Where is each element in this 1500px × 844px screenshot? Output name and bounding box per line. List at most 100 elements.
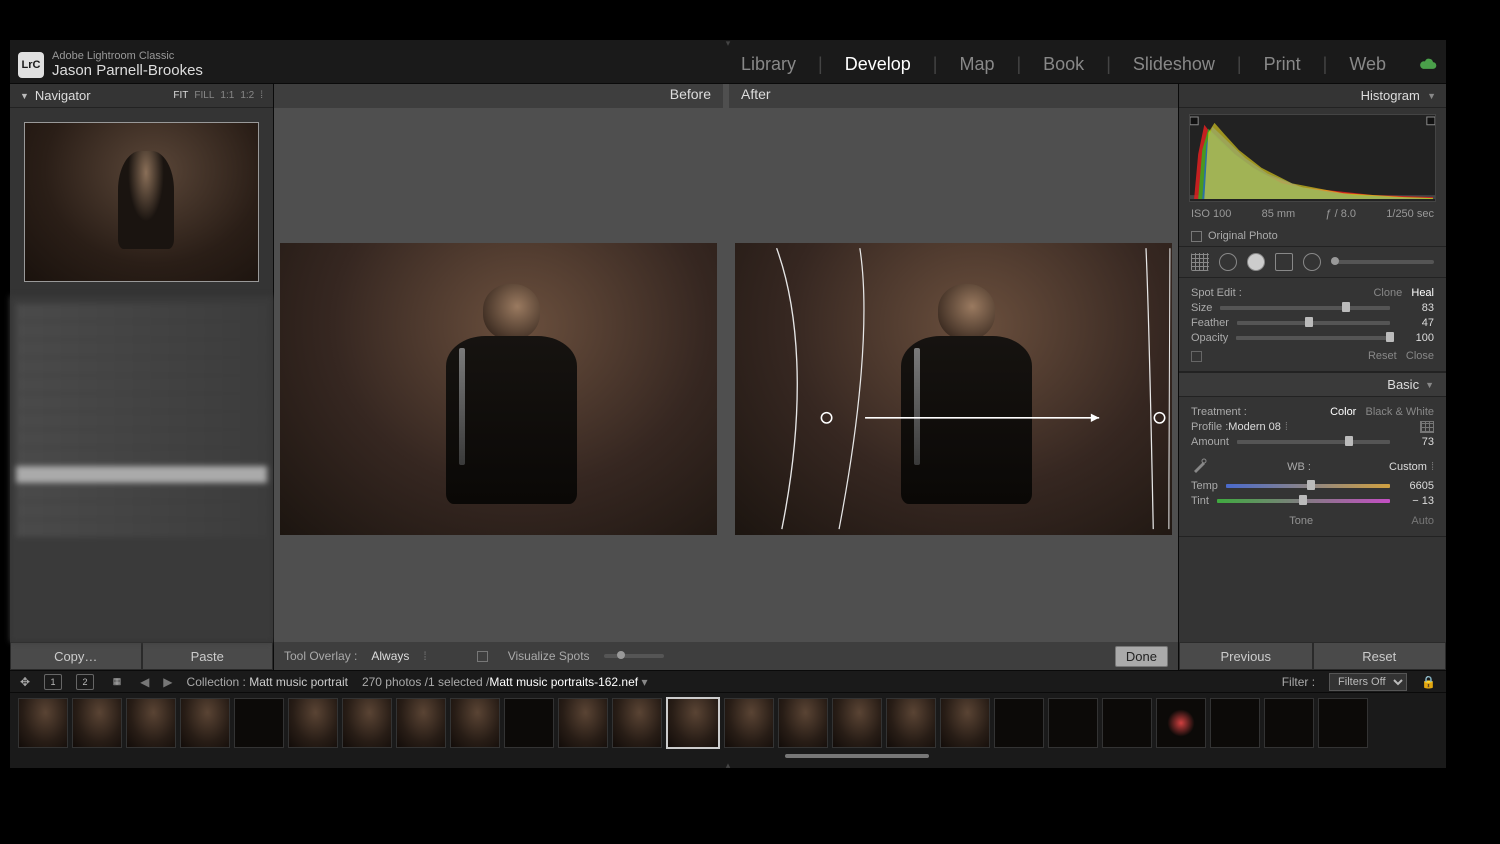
filmstrip-thumb[interactable] — [234, 698, 284, 748]
module-book[interactable]: Book — [1043, 54, 1084, 75]
heal-tool-icon[interactable] — [1219, 253, 1237, 271]
filter-lock-icon[interactable]: 🔒 — [1421, 675, 1436, 689]
zoom-1-1[interactable]: 1:1 — [220, 90, 234, 101]
crop-tool-icon[interactable] — [1191, 253, 1209, 271]
module-library[interactable]: Library — [741, 54, 796, 75]
tint-value[interactable]: − 13 — [1398, 495, 1434, 507]
list-item[interactable] — [16, 412, 267, 429]
zoom-more-icon[interactable]: ⁞ — [260, 90, 263, 101]
previous-button[interactable]: Previous — [1179, 642, 1313, 670]
chevron-down-icon[interactable]: ▼ — [1427, 91, 1436, 101]
nav-next-icon[interactable]: ▶ — [163, 675, 172, 689]
size-slider[interactable] — [1220, 306, 1390, 310]
redeye-tool-icon[interactable] — [1303, 253, 1321, 271]
tone-auto-button[interactable]: Auto — [1411, 515, 1434, 527]
list-item-selected[interactable] — [16, 466, 267, 483]
filmstrip-thumb[interactable] — [396, 698, 446, 748]
wb-value[interactable]: Custom — [1389, 461, 1427, 473]
filmstrip-thumb[interactable] — [940, 698, 990, 748]
original-photo-checkbox[interactable] — [1191, 231, 1202, 242]
nav-prev-icon[interactable]: ◀ — [140, 675, 149, 689]
filmstrip-thumb[interactable] — [558, 698, 608, 748]
list-item[interactable] — [16, 448, 267, 465]
cloud-sync-icon[interactable] — [1418, 58, 1438, 72]
opacity-value[interactable]: 100 — [1398, 332, 1434, 344]
filmstrip-thumb[interactable] — [288, 698, 338, 748]
amount-slider[interactable] — [1237, 440, 1390, 444]
filmstrip-thumb[interactable] — [18, 698, 68, 748]
filmstrip-thumb[interactable] — [126, 698, 176, 748]
zoom-fit[interactable]: FIT — [173, 90, 188, 101]
filmstrip-thumb[interactable] — [342, 698, 392, 748]
filmstrip-thumb[interactable] — [72, 698, 122, 748]
before-image[interactable] — [280, 243, 717, 534]
profile-value[interactable]: Modern 08 — [1228, 421, 1281, 433]
module-map[interactable]: Map — [959, 54, 994, 75]
disclosure-triangle-icon[interactable]: ▼ — [20, 91, 29, 101]
tint-slider[interactable] — [1217, 499, 1390, 503]
list-item[interactable] — [16, 502, 267, 519]
spot-close-button[interactable]: Close — [1406, 350, 1434, 362]
filmstrip-thumb[interactable] — [778, 698, 828, 748]
list-item[interactable] — [16, 430, 267, 447]
filmstrip[interactable] — [10, 692, 1446, 752]
filmstrip-scrollbar[interactable] — [10, 752, 1446, 762]
spot-reset-button[interactable]: Reset — [1368, 350, 1397, 362]
list-item[interactable] — [16, 358, 267, 375]
zoom-fill[interactable]: FILL — [194, 90, 214, 101]
heal-tool-active-icon[interactable] — [1247, 253, 1265, 271]
filmstrip-thumb[interactable] — [180, 698, 230, 748]
list-item[interactable] — [16, 322, 267, 339]
basic-header[interactable]: Basic▼ — [1179, 372, 1446, 397]
clone-option[interactable]: Clone — [1373, 287, 1402, 299]
spot-toggle-icon[interactable] — [1191, 351, 1202, 362]
filmstrip-thumb[interactable] — [1264, 698, 1314, 748]
filmstrip-thumb[interactable] — [1156, 698, 1206, 748]
filmstrip-thumb[interactable] — [612, 698, 662, 748]
navigator-header[interactable]: ▼ Navigator FIT FILL 1:1 1:2 ⁞ — [10, 84, 273, 108]
list-item[interactable] — [16, 340, 267, 357]
list-item[interactable] — [16, 376, 267, 393]
module-web[interactable]: Web — [1349, 54, 1386, 75]
histogram[interactable] — [1189, 114, 1436, 202]
filmstrip-thumb[interactable] — [724, 698, 774, 748]
copy-button[interactable]: Copy… — [10, 642, 142, 670]
secondary-display-icon[interactable]: 2 — [76, 674, 94, 690]
profile-browser-icon[interactable] — [1420, 421, 1434, 433]
grid-view-icon[interactable]: ▦ — [108, 674, 126, 690]
filmstrip-thumb[interactable] — [832, 698, 882, 748]
heal-option[interactable]: Heal — [1411, 287, 1434, 299]
filmstrip-thumb-selected[interactable] — [666, 697, 720, 749]
tool-overlay-value[interactable]: Always — [371, 649, 409, 663]
list-item[interactable] — [16, 520, 267, 537]
feather-slider[interactable] — [1237, 321, 1390, 325]
paste-button[interactable]: Paste — [142, 642, 274, 670]
filmstrip-thumb[interactable] — [1318, 698, 1368, 748]
temp-slider[interactable] — [1226, 484, 1390, 488]
list-item[interactable] — [16, 394, 267, 411]
list-item[interactable] — [16, 484, 267, 501]
mask-tool-icon[interactable] — [1275, 253, 1293, 271]
bottom-caret[interactable]: ▴ — [10, 762, 1446, 768]
opacity-slider[interactable] — [1236, 336, 1390, 340]
chevron-down-icon[interactable]: ▼ — [1425, 380, 1434, 390]
visualize-spots-checkbox[interactable] — [477, 651, 488, 662]
done-button[interactable]: Done — [1115, 646, 1168, 667]
size-value[interactable]: 83 — [1398, 302, 1434, 314]
filmstrip-thumb[interactable] — [504, 698, 554, 748]
reset-button[interactable]: Reset — [1313, 642, 1447, 670]
filmstrip-thumb[interactable] — [994, 698, 1044, 748]
after-image[interactable] — [735, 243, 1172, 534]
tool-slider[interactable] — [1331, 260, 1434, 264]
preset-list[interactable] — [10, 296, 273, 642]
temp-value[interactable]: 6605 — [1398, 480, 1434, 492]
module-slideshow[interactable]: Slideshow — [1133, 54, 1215, 75]
filmstrip-thumb[interactable] — [1210, 698, 1260, 748]
histogram-header[interactable]: Histogram ▼ — [1179, 84, 1446, 108]
primary-display-icon[interactable]: 1 — [44, 674, 62, 690]
filmstrip-thumb[interactable] — [1102, 698, 1152, 748]
zoom-1-2[interactable]: 1:2 — [240, 90, 254, 101]
collection-name[interactable]: Matt music portrait — [249, 675, 348, 689]
navigator-preview[interactable] — [10, 108, 273, 296]
treatment-bw[interactable]: Black & White — [1366, 406, 1434, 418]
